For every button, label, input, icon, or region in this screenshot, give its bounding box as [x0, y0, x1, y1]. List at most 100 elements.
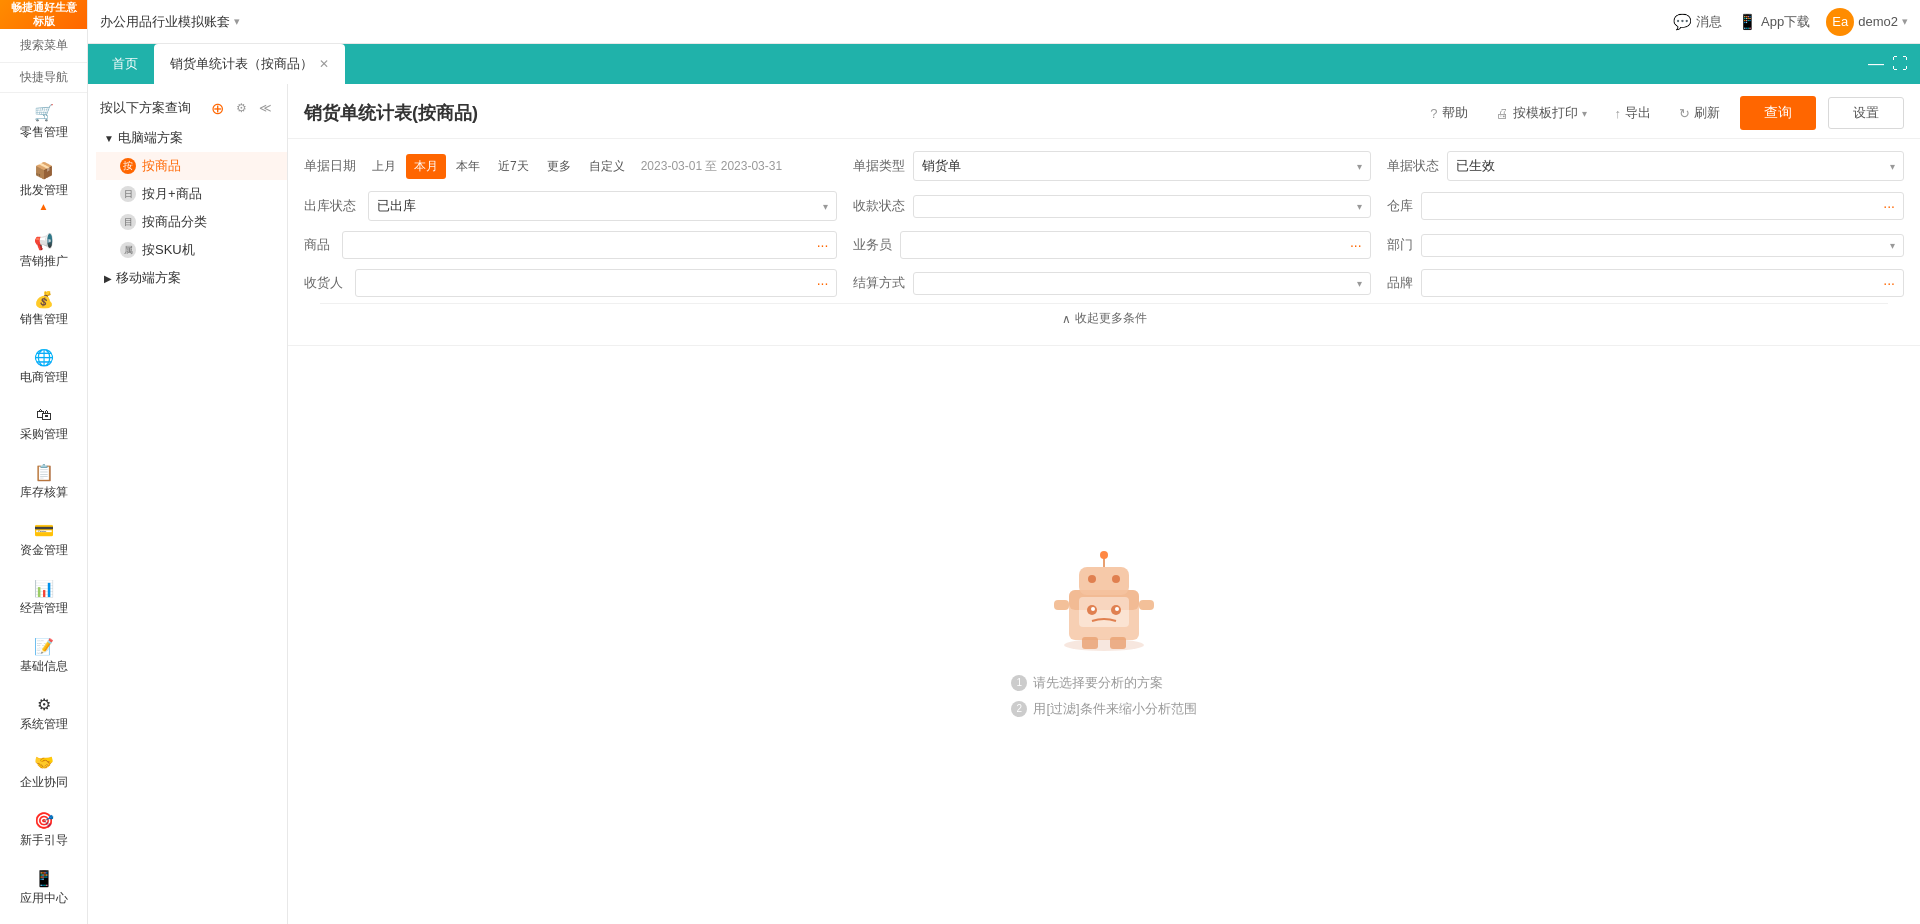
tree-group-pc-title[interactable]: ▼ 电脑端方案: [96, 124, 287, 152]
settings-button[interactable]: 设置: [1828, 97, 1904, 129]
step2-num: 2: [1011, 701, 1027, 717]
sidebar-item-purchase[interactable]: 🛍 采购管理: [0, 396, 87, 453]
date-btn-this-month[interactable]: 本月: [406, 154, 446, 179]
payment-method-label: 结算方式: [853, 274, 905, 292]
sidebar-search[interactable]: 搜索菜单: [0, 29, 87, 63]
product-ellipsis: ···: [817, 237, 829, 253]
warehouse-cell: 仓库 ···: [1371, 192, 1904, 220]
payment-status-select[interactable]: ▾: [913, 195, 1370, 218]
sidebar-quick-nav[interactable]: 快捷导航: [0, 63, 87, 93]
message-icon: 💬: [1673, 13, 1692, 31]
svg-point-7: [1115, 607, 1119, 611]
help-icon: ?: [1430, 106, 1437, 121]
inventory-icon: 📋: [34, 463, 54, 482]
tree-item-by-sku[interactable]: 属 按SKU机: [96, 236, 287, 264]
left-panel-header: 按以下方案查询 ⊕ ⚙ ≪: [88, 92, 287, 124]
tab-close-icon[interactable]: ✕: [319, 57, 329, 71]
tab-minimize-icon[interactable]: —: [1868, 55, 1884, 73]
collapse-btn[interactable]: ∧ 收起更多条件: [304, 304, 1904, 333]
salesperson-label: 业务员: [853, 236, 892, 254]
app-logo[interactable]: 畅捷通好生意 标版: [0, 0, 88, 29]
sidebar-item-ecom[interactable]: 🌐 电商管理: [0, 338, 87, 396]
sidebar-item-operation[interactable]: 📊 经营管理: [0, 569, 87, 627]
tree-item-by-month-product[interactable]: 日 按月+商品: [96, 180, 287, 208]
export-btn[interactable]: ↑ 导出: [1607, 100, 1660, 126]
payment-status-arrow-icon: ▾: [1357, 201, 1362, 212]
payment-status-label: 收款状态: [853, 197, 905, 215]
out-status-cell: 出库状态 已出库 ▾: [304, 191, 837, 221]
date-btn-custom[interactable]: 自定义: [581, 154, 633, 179]
left-panel: 按以下方案查询 ⊕ ⚙ ≪ ▼ 电脑端方案 按 按商品 日: [88, 84, 288, 924]
sidebar-item-label: 应用中心: [20, 890, 68, 907]
tab-maximize-icon[interactable]: ⛶: [1892, 55, 1908, 73]
query-button[interactable]: 查询: [1740, 96, 1816, 130]
doc-status-arrow-icon: ▾: [1890, 161, 1895, 172]
product-select[interactable]: ···: [342, 231, 837, 259]
sidebar-item-apps[interactable]: 📱 应用中心: [0, 859, 87, 917]
messages-btn[interactable]: 💬 消息: [1673, 13, 1722, 31]
doc-status-select[interactable]: 已生效 ▾: [1447, 151, 1904, 181]
department-label: 部门: [1387, 236, 1413, 254]
svg-rect-11: [1110, 637, 1126, 649]
sidebar-item-sales[interactable]: 💰 销售管理: [0, 280, 87, 338]
recipient-select[interactable]: ···: [355, 269, 837, 297]
department-select[interactable]: ▾: [1421, 234, 1904, 257]
sidebar-item-guide[interactable]: 🎯 新手引导: [0, 801, 87, 859]
tree-item-by-category[interactable]: 目 按商品分类: [96, 208, 287, 236]
header-right: 💬 消息 📱 App下载 Ea demo2 ▾: [1673, 8, 1908, 36]
sidebar-item-basic[interactable]: 📝 基础信息: [0, 627, 87, 685]
sidebar-item-wholesale[interactable]: 📦 批发管理 ▲: [0, 151, 87, 222]
doc-type-filter-cell: 单据类型 销货单 ▾: [837, 151, 1370, 181]
main-sidebar: 畅捷通好生意 标版 搜索菜单 快捷导航 🛒 零售管理 📦 批发管理 ▲ 📢 营销…: [0, 0, 88, 924]
tree-group-pc-label: 电脑端方案: [118, 129, 183, 147]
sidebar-item-label: 销售管理: [20, 311, 68, 328]
ecom-icon: 🌐: [34, 348, 54, 367]
date-range-display: 2023-03-01 至 2023-03-31: [641, 158, 782, 175]
refresh-btn[interactable]: ↻ 刷新: [1671, 100, 1728, 126]
payment-method-select[interactable]: ▾: [913, 272, 1370, 295]
department-cell: 部门 ▾: [1371, 234, 1904, 257]
tree-item-by-product[interactable]: 按 按商品: [96, 152, 287, 180]
out-status-select[interactable]: 已出库 ▾: [368, 191, 837, 221]
apps-icon: 📱: [34, 869, 54, 888]
department-arrow-icon: ▾: [1890, 240, 1895, 251]
salesperson-select[interactable]: ···: [900, 231, 1370, 259]
svg-point-0: [1064, 639, 1144, 651]
date-btn-more[interactable]: 更多: [539, 154, 579, 179]
brand-select[interactable]: ···: [1421, 269, 1904, 297]
sidebar-item-system[interactable]: ⚙ 系统管理: [0, 685, 87, 743]
add-scheme-icon[interactable]: ⊕: [207, 98, 227, 118]
brand-cell: 品牌 ···: [1371, 269, 1904, 297]
right-content: 销货单统计表(按商品) ? 帮助 🖨 按模板打印 ▾ ↑ 导出: [288, 84, 1920, 924]
date-btn-this-year[interactable]: 本年: [448, 154, 488, 179]
sidebar-item-marketing[interactable]: 📢 营销推广: [0, 222, 87, 280]
sidebar-item-finance[interactable]: 💳 资金管理: [0, 511, 87, 569]
settings-scheme-icon[interactable]: ⚙: [231, 98, 251, 118]
salesperson-cell: 业务员 ···: [837, 231, 1370, 259]
collapse-panel-icon[interactable]: ≪: [255, 98, 275, 118]
tree-group-mobile: ▶ 移动端方案: [88, 264, 287, 292]
industry-selector[interactable]: 办公用品行业模拟账套 ▾: [100, 13, 240, 31]
sidebar-item-inventory[interactable]: 📋 库存核算: [0, 453, 87, 511]
sidebar-item-coop[interactable]: 🤝 企业协同: [0, 743, 87, 801]
app-download-btn[interactable]: 📱 App下载: [1738, 13, 1810, 31]
doc-type-select[interactable]: 销货单 ▾: [913, 151, 1370, 181]
sidebar-item-retail[interactable]: 🛒 零售管理: [0, 93, 87, 151]
tab-report[interactable]: 销货单统计表（按商品） ✕: [154, 44, 345, 84]
out-status-label: 出库状态: [304, 197, 356, 215]
sidebar-item-wechat[interactable]: 💬 企业微信: [0, 917, 87, 924]
print-btn[interactable]: 🖨 按模板打印 ▾: [1488, 100, 1595, 126]
date-btn-last-month[interactable]: 上月: [364, 154, 404, 179]
sidebar-item-label: 企业协同: [20, 774, 68, 791]
tree-group-mobile-title[interactable]: ▶ 移动端方案: [96, 264, 287, 292]
user-avatar: Ea: [1826, 8, 1854, 36]
help-btn[interactable]: ? 帮助: [1422, 100, 1475, 126]
by-month-product-icon: 日: [120, 186, 136, 202]
date-btn-7days[interactable]: 近7天: [490, 154, 537, 179]
guide-icon: 🎯: [34, 811, 54, 830]
tree-item-by-product-label: 按商品: [142, 157, 181, 175]
purchase-icon: 🛍: [36, 406, 52, 424]
warehouse-select[interactable]: ···: [1421, 192, 1904, 220]
user-menu[interactable]: Ea demo2 ▾: [1826, 8, 1908, 36]
tab-home[interactable]: 首页: [96, 44, 154, 84]
